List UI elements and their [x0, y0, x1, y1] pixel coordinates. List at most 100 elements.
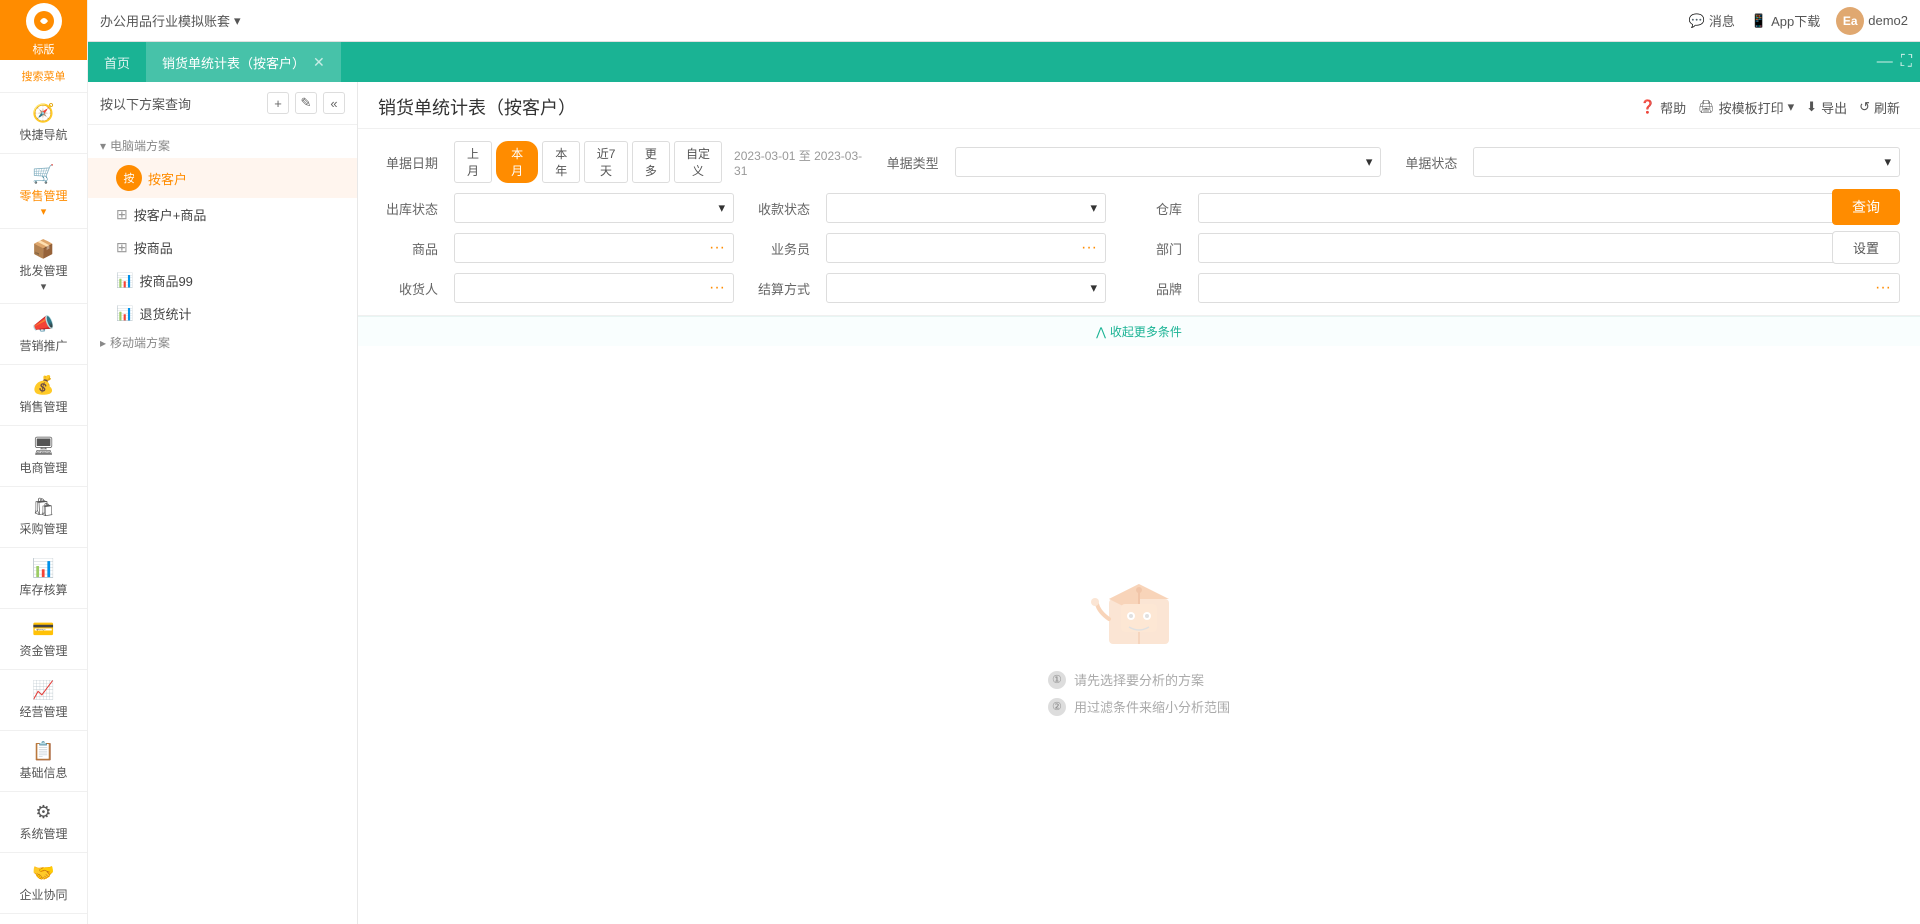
salesperson-label: 业务员	[750, 239, 810, 258]
query-btn[interactable]: 查询	[1832, 189, 1900, 225]
quick-nav-label: 快捷导航	[19, 126, 67, 143]
sidebar-item-newbie[interactable]: 🎓 新手引导	[0, 914, 88, 924]
refresh-label: 刷新	[1874, 98, 1900, 117]
help-btn[interactable]: ❓ 帮助	[1640, 98, 1686, 117]
date-label: 单据日期	[378, 153, 438, 172]
sidebar-item-sales[interactable]: 💰 销售管理	[0, 365, 88, 426]
tab-minimize-btn[interactable]: —	[1877, 53, 1893, 71]
sidebar-item-purchase[interactable]: 🛍 采购管理	[0, 487, 88, 548]
finance-label: 资金管理	[19, 642, 67, 659]
tree-item-return-stat-label: 退货统计	[139, 304, 191, 323]
collapse-more-btn[interactable]: ⋀ 收起更多条件	[358, 316, 1920, 346]
settings-btn[interactable]: 设置	[1832, 231, 1900, 264]
edit-scheme-btn[interactable]: ✎	[295, 92, 317, 114]
refresh-btn[interactable]: ↺ 刷新	[1859, 98, 1900, 117]
tab-home[interactable]: 首页	[88, 42, 146, 82]
sidebar-item-ecommerce[interactable]: 🖥 电商管理	[0, 426, 88, 487]
sidebar-item-operations[interactable]: 📈 经营管理	[0, 670, 88, 731]
search-label: 搜索菜单	[22, 71, 66, 83]
out-status-select[interactable]: ▾	[454, 193, 734, 223]
payment-method-select[interactable]: ▾	[826, 273, 1106, 303]
tab-sales-stat-label: 销货单统计表（按客户）	[162, 53, 305, 72]
date-btn-group: 上月 本月 本年 近7天 更多 自定义	[454, 141, 722, 183]
ecommerce-icon: 🖥	[32, 436, 55, 457]
user-menu[interactable]: Ea demo2	[1836, 7, 1908, 35]
doc-status-label: 单据状态	[1397, 153, 1457, 172]
sidebar-item-marketing[interactable]: 📣 营销推广	[0, 304, 88, 365]
customer-scheme-icon: 按	[116, 165, 142, 191]
desktop-section-label[interactable]: ▾ 电脑端方案	[88, 133, 357, 158]
date-btn-this-year[interactable]: 本年	[542, 141, 580, 183]
collection-status-select[interactable]: ▾	[826, 193, 1106, 223]
doc-type-select[interactable]: ▾	[955, 147, 1382, 177]
goods-label: 商品	[378, 239, 438, 258]
collection-status-label: 收款状态	[750, 199, 810, 218]
doc-status-select[interactable]: ▾	[1473, 147, 1900, 177]
date-btn-custom[interactable]: 自定义	[674, 141, 722, 183]
left-panel-header: 按以下方案查询 + ✎ «	[88, 82, 357, 125]
mobile-section-label[interactable]: ▸ 移动端方案	[88, 330, 357, 355]
customer-icon-text: 按	[124, 170, 135, 186]
date-btn-7days[interactable]: 近7天	[584, 141, 628, 183]
page-title: 销货单统计表（按客户）	[378, 94, 576, 120]
warehouse-input[interactable]: ···	[1198, 193, 1900, 223]
message-btn[interactable]: 💬 消息	[1689, 11, 1735, 30]
payment-method-label: 结算方式	[750, 279, 810, 298]
operations-label: 经营管理	[19, 703, 67, 720]
payment-method-chevron: ▾	[1090, 280, 1097, 296]
enterprise-label: 企业协同	[19, 886, 67, 903]
sidebar-item-enterprise[interactable]: 🤝 企业协同	[0, 853, 88, 914]
tab-close-btn[interactable]: ✕	[313, 55, 325, 69]
account-selector[interactable]: 办公用品行业模拟账套 ▾	[100, 11, 241, 30]
tip-num-1: ①	[1048, 671, 1066, 689]
finance-icon: 💳	[32, 619, 54, 640]
left-panel-actions: + ✎ «	[267, 92, 345, 114]
sidebar-item-finance[interactable]: 💳 资金管理	[0, 609, 88, 670]
sidebar-item-basic[interactable]: 📋 基础信息	[0, 731, 88, 792]
operations-icon: 📈	[32, 680, 54, 701]
sidebar-item-inventory[interactable]: 📊 库存核算	[0, 548, 88, 609]
tree-item-goods[interactable]: ⊞ 按商品	[88, 231, 357, 264]
recipient-input[interactable]: ···	[454, 273, 734, 303]
sidebar-item-retail[interactable]: 🛒 零售管理	[0, 154, 88, 229]
user-initials: Ea	[1843, 14, 1858, 28]
tree-item-customer-goods-label: 按客户+商品	[134, 205, 207, 224]
system-icon: ⚙	[35, 802, 51, 823]
add-scheme-btn[interactable]: +	[267, 92, 289, 114]
right-content: 单据日期 上月 本月 本年 近7天 更多 自定义 2023-03-01 至 20…	[358, 129, 1920, 924]
username: demo2	[1868, 13, 1908, 28]
retail-icon: 🛒	[32, 164, 54, 185]
tree-item-goods99[interactable]: 📊 按商品99	[88, 264, 357, 297]
marketing-label: 营销推广	[19, 337, 67, 354]
brand-input[interactable]: ···	[1198, 273, 1900, 303]
sales-label: 销售管理	[19, 398, 67, 415]
wholesale-icon: 📦	[32, 239, 54, 260]
wholesale-arrow	[41, 279, 47, 293]
tree-item-return-stat[interactable]: 📊 退货统计	[88, 297, 357, 330]
tree-item-goods99-label: 按商品99	[139, 271, 192, 290]
department-select[interactable]: ▾	[1198, 233, 1900, 263]
salesperson-input[interactable]: ···	[826, 233, 1106, 263]
goods-input[interactable]: ···	[454, 233, 734, 263]
date-btn-last-month[interactable]: 上月	[454, 141, 492, 183]
wholesale-label: 批发管理	[19, 262, 67, 279]
tree-item-customer-goods[interactable]: ⊞ 按客户+商品	[88, 198, 357, 231]
tab-sales-stat[interactable]: 销货单统计表（按客户） ✕	[146, 42, 341, 82]
collapse-panel-btn[interactable]: «	[323, 92, 345, 114]
desktop-expand-icon: ▾	[100, 139, 106, 153]
tab-maximize-btn[interactable]: ⛶	[1901, 53, 1912, 71]
add-icon: +	[274, 96, 282, 111]
date-btn-more[interactable]: 更多	[632, 141, 670, 183]
refresh-icon: ↺	[1859, 99, 1870, 115]
app-download-btn[interactable]: 📱 App下载	[1751, 11, 1820, 30]
message-label: 消息	[1709, 11, 1735, 30]
sidebar-search[interactable]: 搜索菜单	[0, 60, 88, 93]
template-print-btn[interactable]: 🖨 按模板打印 ▾	[1698, 98, 1794, 117]
tree-item-customer[interactable]: 按 按客户	[88, 158, 357, 198]
sidebar-item-quick-nav[interactable]: 🧭 快捷导航	[0, 93, 88, 154]
date-btn-this-month[interactable]: 本月	[496, 141, 538, 183]
export-btn[interactable]: ⬇ 导出	[1806, 98, 1847, 117]
sidebar-item-wholesale[interactable]: 📦 批发管理	[0, 229, 88, 304]
sidebar-item-system[interactable]: ⚙ 系统管理	[0, 792, 88, 853]
empty-state: ① 请先选择要分析的方案 ② 用过滤条件来缩小分析范围	[358, 346, 1920, 924]
